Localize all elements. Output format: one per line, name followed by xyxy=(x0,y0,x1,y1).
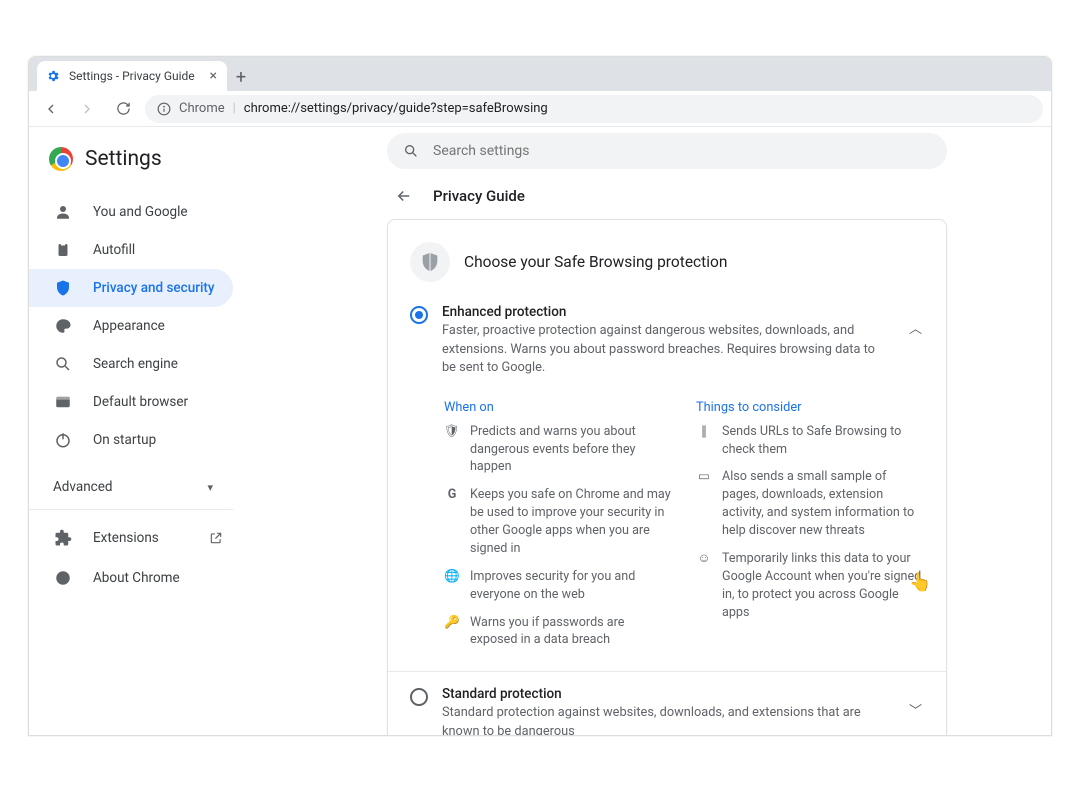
google-g-icon: G xyxy=(444,486,460,558)
breadcrumb-title: Privacy Guide xyxy=(433,187,525,205)
privacy-guide-card: Choose your Safe Browsing protection Enh… xyxy=(387,219,947,736)
detail-text: Sends URLs to Safe Browsing to check the… xyxy=(722,423,924,459)
settings-page: Settings You and Google Autofill Privacy… xyxy=(29,127,1051,735)
sidebar-item-you-and-google[interactable]: You and Google xyxy=(29,193,233,231)
sidebar-item-autofill[interactable]: Autofill xyxy=(29,231,233,269)
back-nav-button[interactable] xyxy=(37,95,65,123)
clipboard-icon xyxy=(53,241,73,259)
settings-search-input[interactable] xyxy=(433,143,931,159)
sidebar-item-appearance[interactable]: Appearance xyxy=(29,307,233,345)
breadcrumb-back-button[interactable] xyxy=(395,187,413,205)
detail-text: Also sends a small sample of pages, down… xyxy=(722,468,924,540)
address-bar[interactable]: Chrome | chrome://settings/privacy/guide… xyxy=(145,95,1043,123)
detail-text: Warns you if passwords are exposed in a … xyxy=(470,614,672,650)
detail-text: Temporarily links this data to your Goog… xyxy=(722,550,924,622)
chrome-icon xyxy=(53,569,73,587)
left-column: Settings You and Google Autofill Privacy… xyxy=(29,127,379,735)
when-on-heading: When on xyxy=(444,400,672,415)
reload-button[interactable] xyxy=(109,95,137,123)
site-info-icon[interactable] xyxy=(157,102,171,116)
sidebar-item-label: Privacy and security xyxy=(93,280,215,296)
sidebar-item-label: You and Google xyxy=(93,204,188,220)
detail-text: Improves security for you and everyone o… xyxy=(470,568,672,604)
browser-toolbar: Chrome | chrome://settings/privacy/guide… xyxy=(29,91,1051,127)
tab-strip: Settings - Privacy Guide × + xyxy=(29,57,1051,91)
sidebar-item-default-browser[interactable]: Default browser xyxy=(29,383,233,421)
page-title: Settings xyxy=(85,147,162,171)
sidebar-item-search-engine[interactable]: Search engine xyxy=(29,345,233,383)
window-icon: ▭ xyxy=(696,468,712,540)
gear-icon xyxy=(45,68,61,84)
search-icon xyxy=(53,355,73,373)
option-description: Standard protection against websites, do… xyxy=(442,704,920,736)
shield-icon: 🛡 xyxy=(444,423,460,477)
browser-window: Settings - Privacy Guide × + Chrome | ch… xyxy=(28,56,1052,736)
forward-nav-button[interactable] xyxy=(73,95,101,123)
tab-title: Settings - Privacy Guide xyxy=(69,69,195,83)
sidebar-item-about-chrome[interactable]: About Chrome xyxy=(29,558,233,598)
close-icon[interactable]: × xyxy=(210,68,217,84)
puzzle-icon xyxy=(53,529,73,547)
key-icon: 🔑 xyxy=(444,614,460,650)
sidebar-item-privacy-security[interactable]: Privacy and security xyxy=(29,269,233,307)
about-label: About Chrome xyxy=(93,570,180,586)
chevron-up-icon[interactable]: ︿ xyxy=(909,318,922,337)
settings-sidebar: You and Google Autofill Privacy and secu… xyxy=(29,181,379,598)
things-to-consider-heading: Things to consider xyxy=(696,400,924,415)
option-title: Standard protection xyxy=(442,686,920,702)
option-enhanced-protection[interactable]: Enhanced protection Faster, proactive pr… xyxy=(388,300,946,390)
sidebar-item-label: Autofill xyxy=(93,242,135,258)
main-column: Privacy Guide Choose your Safe Browsing … xyxy=(379,127,1051,735)
radio-enhanced[interactable] xyxy=(410,306,428,324)
person-icon xyxy=(53,203,73,221)
card-title: Choose your Safe Browsing protection xyxy=(464,253,727,271)
settings-search[interactable] xyxy=(387,133,947,169)
sidebar-item-on-startup[interactable]: On startup xyxy=(29,421,233,459)
sidebar-item-label: Search engine xyxy=(93,356,178,372)
browser-tab[interactable]: Settings - Privacy Guide × xyxy=(37,61,227,91)
detail-text: Keeps you safe on Chrome and may be used… xyxy=(470,486,672,558)
sidebar-item-extensions[interactable]: Extensions xyxy=(29,518,233,558)
new-tab-button[interactable]: + xyxy=(227,63,255,91)
account-icon: ☺ xyxy=(696,550,712,622)
option-description: Faster, proactive protection against dan… xyxy=(442,322,920,378)
power-icon xyxy=(53,431,73,449)
option-standard-protection[interactable]: Standard protection Standard protection … xyxy=(388,682,946,736)
advanced-label: Advanced xyxy=(53,479,113,495)
extensions-label: Extensions xyxy=(93,530,159,546)
enhanced-details: When on 🛡Predicts and warns you about da… xyxy=(388,390,946,668)
chevron-down-icon[interactable]: ﹀ xyxy=(909,700,922,719)
shield-icon xyxy=(53,279,73,297)
palette-icon xyxy=(53,317,73,335)
chrome-logo-icon xyxy=(49,147,73,171)
shield-header-icon xyxy=(410,242,450,282)
option-title: Enhanced protection xyxy=(442,304,920,320)
breadcrumb: Privacy Guide xyxy=(379,169,1003,219)
sidebar-item-label: On startup xyxy=(93,432,156,448)
globe-icon: 🌐 xyxy=(444,568,460,604)
open-external-icon xyxy=(209,531,223,545)
chevron-down-icon: ▾ xyxy=(207,481,213,494)
browser-icon xyxy=(53,393,73,411)
sidebar-advanced-toggle[interactable]: Advanced ▾ xyxy=(29,465,233,510)
radio-standard[interactable] xyxy=(410,688,428,706)
search-icon xyxy=(403,143,419,159)
sidebar-item-label: Appearance xyxy=(93,318,165,334)
divider xyxy=(388,671,946,672)
omnibox-origin: Chrome xyxy=(179,101,225,116)
omnibox-path: chrome://settings/privacy/guide?step=saf… xyxy=(244,101,548,116)
sidebar-item-label: Default browser xyxy=(93,394,188,410)
bars-icon: ∥ xyxy=(696,423,712,459)
detail-text: Predicts and warns you about dangerous e… xyxy=(470,423,672,477)
